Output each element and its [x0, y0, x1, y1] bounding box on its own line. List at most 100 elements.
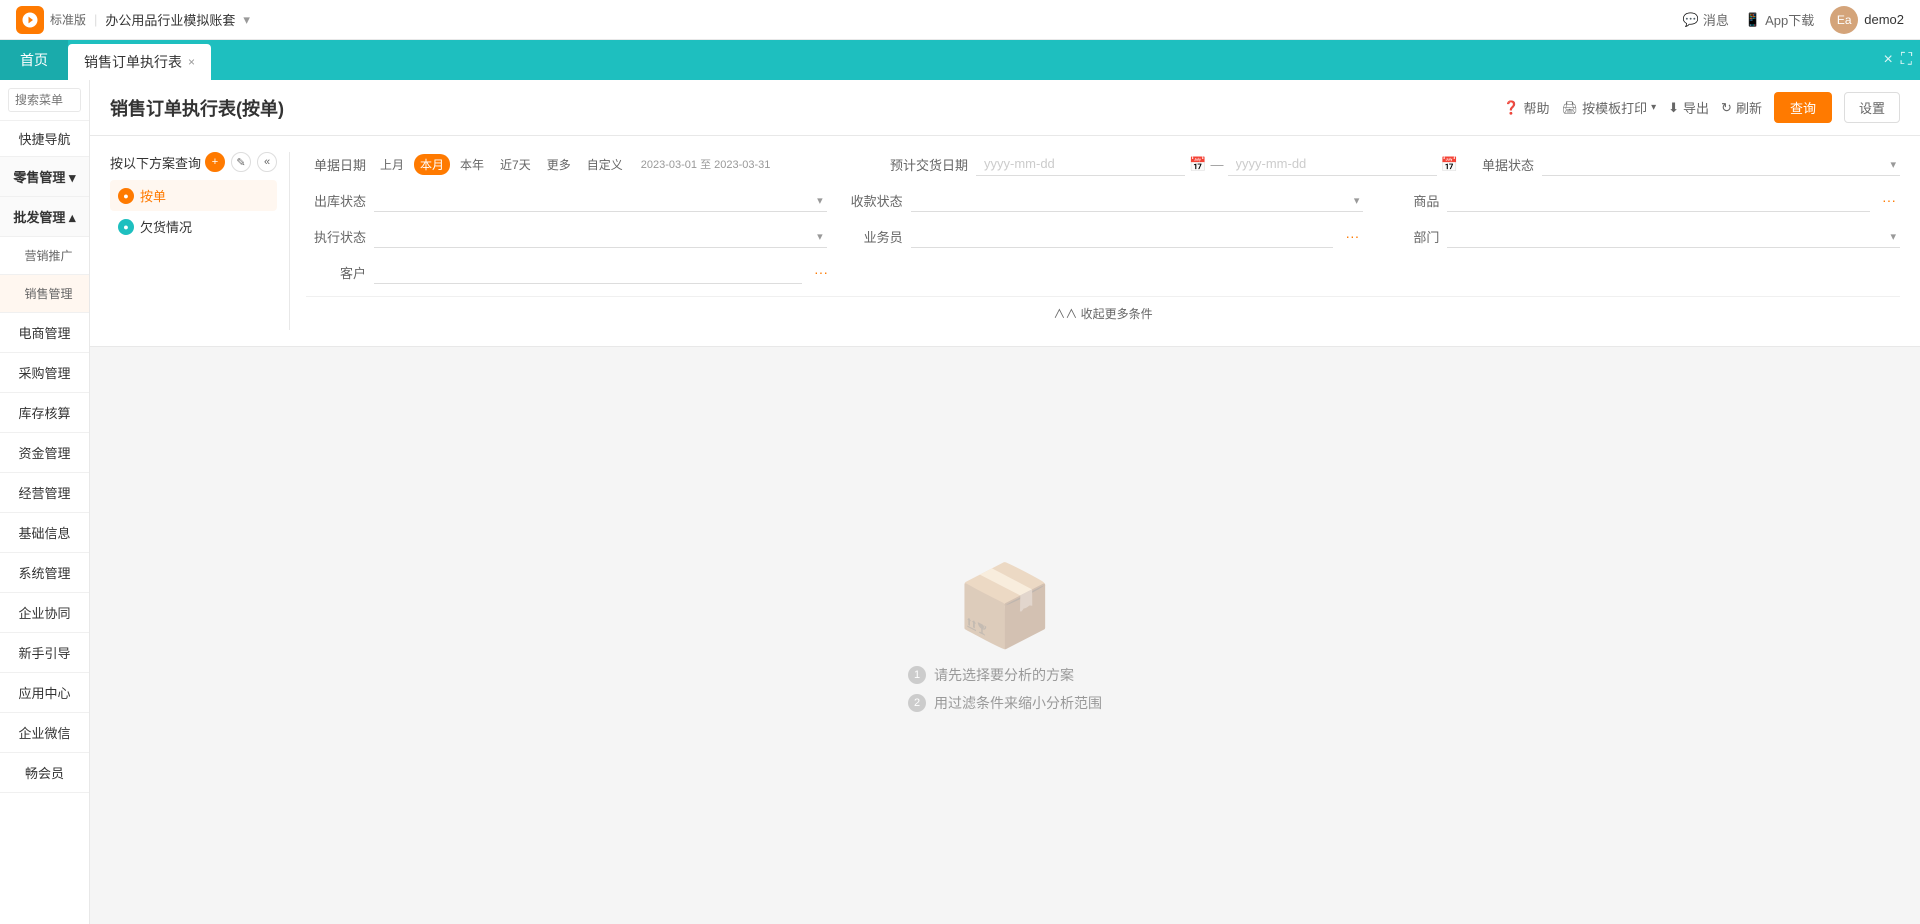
sidebar-item-basic-info[interactable]: 基础信息 — [0, 513, 89, 553]
settings-button[interactable]: 设置 — [1844, 92, 1900, 123]
sidebar-item-enterprise-collab[interactable]: 企业协同 — [0, 593, 89, 633]
window-maximize-icon[interactable]: ⛶ — [1901, 52, 1912, 68]
export-label: 导出 — [1683, 98, 1709, 117]
department-select-wrap: ▾ — [1447, 224, 1900, 248]
filter-scheme-debt[interactable]: ● 欠货情况 — [110, 211, 277, 242]
topbar-right: 💬 消息 📱 App下载 Ea demo2 — [1683, 6, 1904, 34]
filter-panel: 按以下方案查询 + ✎ « — [90, 136, 1920, 347]
collapse-up-icon: ∧∧ — [1053, 307, 1077, 321]
date-dash: — — [1211, 157, 1224, 172]
sidebar-item-system-mgmt[interactable]: 系统管理 — [0, 553, 89, 593]
refresh-icon: ↻ — [1721, 100, 1732, 116]
sidebar-item-quick-nav[interactable]: 快捷导航 — [0, 121, 89, 157]
breadcrumb-arrow-icon[interactable]: ▾ — [243, 12, 250, 28]
content-area: 销售订单执行表(按单) ❓ 帮助 🖨 按模板打印 ▾ ⬇ 导出 ↻ 刷新 — [90, 80, 1920, 924]
logo-area: 标准版 — [16, 6, 86, 34]
payment-status-select-wrap: ▾ — [911, 188, 1364, 212]
payment-status-select[interactable] — [911, 188, 1364, 212]
product-more-icon[interactable]: ··· — [1878, 192, 1900, 208]
salesperson-label: 业务员 — [843, 227, 903, 246]
template-print-label: 按模板打印 — [1582, 98, 1647, 117]
user-area[interactable]: Ea demo2 — [1830, 6, 1904, 34]
payment-status-field: 收款状态 ▾ — [843, 188, 1364, 212]
sidebar-item-vip-member[interactable]: 畅会员 — [0, 753, 89, 793]
edit-scheme-button[interactable]: ✎ — [231, 152, 251, 172]
sidebar-item-retail-mgmt[interactable]: 零售管理 ▾ — [0, 157, 89, 197]
expected-delivery-to[interactable] — [1228, 152, 1437, 176]
message-label: 消息 — [1703, 10, 1729, 29]
filter-sidebar-title-text: 按以下方案查询 — [110, 153, 201, 172]
export-icon: ⬇ — [1668, 100, 1679, 116]
date-btn-7days[interactable]: 近7天 — [494, 154, 537, 175]
calendar-to-icon[interactable]: 📅 — [1441, 156, 1458, 173]
date-btn-last-month[interactable]: 上月 — [374, 154, 410, 175]
add-scheme-button[interactable]: + — [205, 152, 225, 172]
doc-status-select-wrap: ▾ — [1542, 152, 1900, 176]
expected-delivery-range: 📅 — 📅 — [976, 152, 1458, 176]
app-logo-icon[interactable] — [16, 6, 44, 34]
app-download-action[interactable]: 📱 App下载 — [1745, 10, 1814, 29]
sidebar-item-operations-mgmt[interactable]: 经营管理 — [0, 473, 89, 513]
main-layout: 快捷导航 零售管理 ▾ 批发管理 ▴ 营销推广 销售管理 电商管理 采购管理 库… — [0, 80, 1920, 924]
sidebar-item-purchase-mgmt[interactable]: 采购管理 — [0, 353, 89, 393]
template-print-button[interactable]: 🖨 按模板打印 ▾ — [1562, 98, 1657, 117]
user-name: demo2 — [1864, 12, 1904, 27]
sidebar-item-marketing[interactable]: 营销推广 — [0, 237, 89, 275]
collapse-bar[interactable]: ∧∧ 收起更多条件 — [306, 296, 1900, 330]
warehouse-status-label: 出库状态 — [306, 191, 366, 210]
salesperson-input[interactable] — [911, 224, 1334, 248]
salesperson-more-icon[interactable]: ··· — [1341, 228, 1363, 244]
tab-sales-order-exec[interactable]: 销售订单执行表 × — [68, 44, 211, 80]
collapse-sidebar-button[interactable]: « — [257, 152, 277, 172]
sidebar-item-ecommerce-mgmt[interactable]: 电商管理 — [0, 313, 89, 353]
tip-num-1: 1 — [908, 666, 926, 684]
app-download-label: App下载 — [1765, 10, 1814, 29]
doc-status-field: 单据状态 ▾ — [1474, 152, 1900, 176]
filter-row-4: 客户 ··· — [306, 260, 1900, 284]
sidebar-item-finance-mgmt[interactable]: 资金管理 — [0, 433, 89, 473]
customer-input[interactable] — [374, 260, 802, 284]
salesperson-field: 业务员 ··· — [843, 224, 1364, 248]
doc-status-select[interactable] — [1542, 152, 1900, 176]
exec-status-select[interactable] — [374, 224, 827, 248]
chevron-down-icon: ▾ — [1651, 102, 1656, 113]
customer-more-icon[interactable]: ··· — [810, 264, 832, 280]
exec-status-field: 执行状态 ▾ — [306, 224, 827, 248]
tab-home[interactable]: 首页 — [0, 40, 68, 80]
warehouse-status-select[interactable] — [374, 188, 827, 212]
date-btn-more[interactable]: 更多 — [541, 154, 577, 175]
date-quick-buttons: 上月 本月 本年 近7天 更多 自定义 — [374, 154, 629, 175]
tabbar: 首页 销售订单执行表 × × ⛶ — [0, 40, 1920, 80]
sidebar-item-inventory-check[interactable]: 库存核算 — [0, 393, 89, 433]
message-action[interactable]: 💬 消息 — [1683, 10, 1729, 29]
collapse-label: 收起更多条件 — [1081, 307, 1153, 321]
window-close-icon[interactable]: × — [1883, 52, 1892, 68]
expected-delivery-from[interactable] — [976, 152, 1185, 176]
filter-sidebar-icons: + ✎ « — [205, 152, 277, 172]
refresh-button[interactable]: ↻ 刷新 — [1721, 98, 1762, 117]
expected-delivery-label: 预计交货日期 — [890, 155, 968, 174]
sidebar-item-sales-mgmt[interactable]: 销售管理 — [0, 275, 89, 313]
message-icon: 💬 — [1683, 12, 1699, 28]
help-button[interactable]: ❓ 帮助 — [1503, 98, 1549, 117]
search-input[interactable] — [8, 88, 81, 112]
query-button[interactable]: 查询 — [1774, 92, 1832, 123]
product-input[interactable] — [1447, 188, 1870, 212]
app-download-icon: 📱 — [1745, 12, 1761, 28]
filter-sidebar-title: 按以下方案查询 + ✎ « — [110, 152, 277, 172]
sidebar-item-wholesale-mgmt[interactable]: 批发管理 ▴ — [0, 197, 89, 237]
date-btn-this-year[interactable]: 本年 — [454, 154, 490, 175]
calendar-from-icon[interactable]: 📅 — [1189, 156, 1206, 173]
sidebar-item-app-center[interactable]: 应用中心 — [0, 673, 89, 713]
date-btn-this-month[interactable]: 本月 — [414, 154, 450, 175]
tab-close-icon[interactable]: × — [188, 55, 195, 69]
sidebar-item-enterprise-wechat[interactable]: 企业微信 — [0, 713, 89, 753]
sidebar-item-new-user-guide[interactable]: 新手引导 — [0, 633, 89, 673]
press-single-label: 按单 — [140, 186, 166, 205]
date-btn-custom[interactable]: 自定义 — [581, 154, 629, 175]
warehouse-status-select-wrap: ▾ — [374, 188, 827, 212]
department-select[interactable] — [1447, 224, 1900, 248]
export-button[interactable]: ⬇ 导出 — [1668, 98, 1709, 117]
empty-tip-2-text: 用过滤条件来缩小分析范围 — [934, 693, 1102, 713]
filter-scheme-single[interactable]: ● 按单 — [110, 180, 277, 211]
